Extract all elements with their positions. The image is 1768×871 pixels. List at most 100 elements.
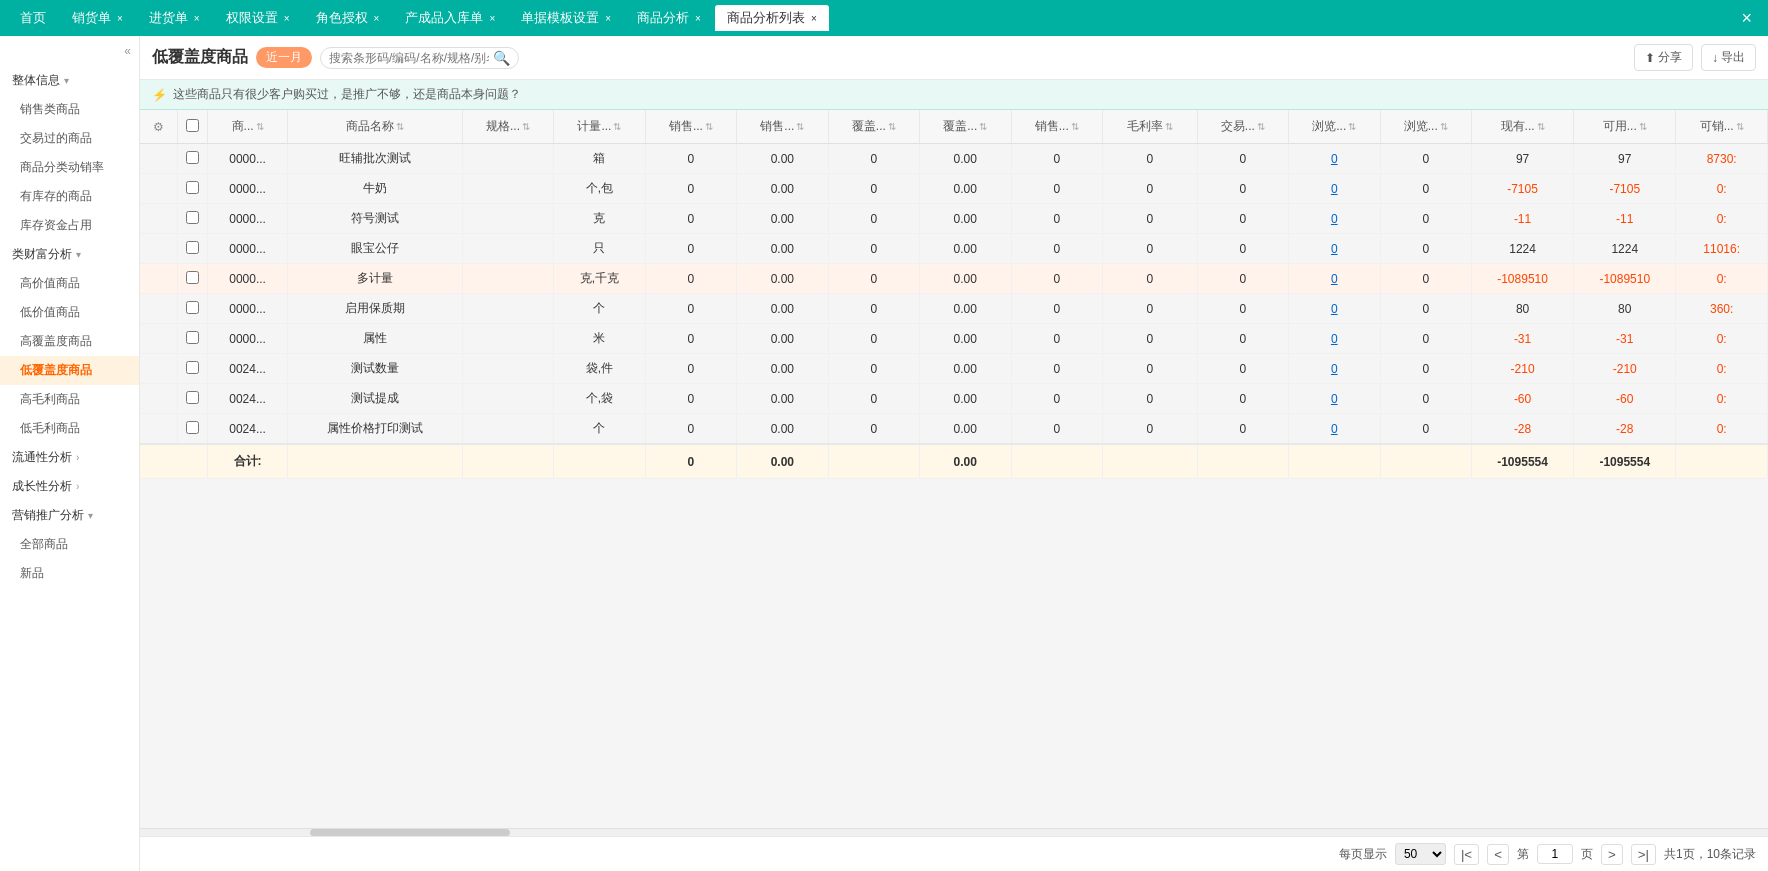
row-checkbox[interactable] [178, 324, 208, 354]
close-tab-perm[interactable]: × [284, 13, 290, 24]
sidebar-item-all-goods[interactable]: 全部商品 [0, 530, 139, 559]
nav-tab-purchase[interactable]: 进货单 × [137, 5, 212, 31]
row-checkbox[interactable] [178, 204, 208, 234]
row-select-checkbox[interactable] [186, 331, 199, 344]
row-select-checkbox[interactable] [186, 391, 199, 404]
sidebar-group-overall[interactable]: 整体信息 ▾ [0, 66, 139, 95]
sidebar-toggle[interactable]: « [0, 36, 139, 66]
col-name[interactable]: 商品名称⇅ [287, 110, 462, 144]
row-view1[interactable]: 0 [1289, 384, 1380, 414]
sidebar-item-high-coverage[interactable]: 高覆盖度商品 [0, 327, 139, 356]
close-tab-analysis-list[interactable]: × [811, 13, 817, 24]
scrollbar-thumb[interactable] [310, 829, 510, 836]
nav-tab-role[interactable]: 角色授权 × [304, 5, 392, 31]
row-checkbox[interactable] [178, 294, 208, 324]
col-checkbox[interactable] [178, 110, 208, 144]
sidebar-item-low-value[interactable]: 低价值商品 [0, 298, 139, 327]
col-view2[interactable]: 浏览...⇅ [1380, 110, 1471, 144]
sidebar-group-growth[interactable]: 成长性分析 › [0, 472, 139, 501]
col-sales3[interactable]: 销售...⇅ [1011, 110, 1102, 144]
next-page-button[interactable]: > [1601, 844, 1623, 865]
col-sellable[interactable]: 可销...⇅ [1676, 110, 1768, 144]
row-checkbox[interactable] [178, 234, 208, 264]
search-icon[interactable]: 🔍 [493, 50, 510, 66]
sidebar-item-traded-goods[interactable]: 交易过的商品 [0, 124, 139, 153]
col-unit[interactable]: 计量...⇅ [554, 110, 645, 144]
close-tab-template[interactable]: × [605, 13, 611, 24]
export-button[interactable]: ↓ 导出 [1701, 44, 1756, 71]
search-input[interactable] [329, 51, 489, 65]
col-sales-qty[interactable]: 销售...⇅ [645, 110, 736, 144]
sidebar-item-stock-capital[interactable]: 库存资金占用 [0, 211, 139, 240]
sidebar-item-high-value[interactable]: 高价值商品 [0, 269, 139, 298]
row-checkbox[interactable] [178, 264, 208, 294]
col-gear[interactable]: ⚙ [140, 110, 178, 144]
sidebar-item-low-margin[interactable]: 低毛利商品 [0, 414, 139, 443]
row-select-checkbox[interactable] [186, 361, 199, 374]
col-trade[interactable]: 交易...⇅ [1197, 110, 1288, 144]
row-select-checkbox[interactable] [186, 241, 199, 254]
settings-icon[interactable]: ⚙ [153, 120, 164, 134]
row-checkbox[interactable] [178, 354, 208, 384]
sidebar-item-category-rate[interactable]: 商品分类动销率 [0, 153, 139, 182]
sidebar-item-low-coverage[interactable]: 低覆盖度商品 [0, 356, 139, 385]
row-view1[interactable]: 0 [1289, 174, 1380, 204]
sidebar-item-new-goods[interactable]: 新品 [0, 559, 139, 588]
close-tab-role[interactable]: × [374, 13, 380, 24]
sidebar-group-wealth[interactable]: 类财富分析 ▾ [0, 240, 139, 269]
share-button[interactable]: ⬆ 分享 [1634, 44, 1693, 71]
row-checkbox[interactable] [178, 174, 208, 204]
sidebar-item-in-stock[interactable]: 有库存的商品 [0, 182, 139, 211]
row-view1[interactable]: 0 [1289, 414, 1380, 445]
sidebar-item-sales-goods[interactable]: 销售类商品 [0, 95, 139, 124]
row-view1[interactable]: 0 [1289, 234, 1380, 264]
col-margin[interactable]: 毛利率⇅ [1102, 110, 1197, 144]
sidebar-group-liquidity[interactable]: 流通性分析 › [0, 443, 139, 472]
prev-page-button[interactable]: < [1487, 844, 1509, 865]
row-select-checkbox[interactable] [186, 271, 199, 284]
row-view1[interactable]: 0 [1289, 204, 1380, 234]
sidebar-item-high-margin[interactable]: 高毛利商品 [0, 385, 139, 414]
nav-tab-analysis[interactable]: 商品分析 × [625, 5, 713, 31]
close-tab-sales[interactable]: × [117, 13, 123, 24]
row-view1[interactable]: 0 [1289, 294, 1380, 324]
col-sales-amt[interactable]: 销售...⇅ [737, 110, 828, 144]
close-tab-analysis[interactable]: × [695, 13, 701, 24]
col-stock[interactable]: 现有...⇅ [1471, 110, 1573, 144]
col-view1[interactable]: 浏览...⇅ [1289, 110, 1380, 144]
nav-tab-product[interactable]: 产成品入库单 × [393, 5, 507, 31]
col-code[interactable]: 商...⇅ [208, 110, 288, 144]
row-view1[interactable]: 0 [1289, 324, 1380, 354]
row-select-checkbox[interactable] [186, 181, 199, 194]
row-view1[interactable]: 0 [1289, 264, 1380, 294]
close-all-button[interactable]: × [1733, 8, 1760, 29]
row-checkbox[interactable] [178, 144, 208, 174]
page-size-select[interactable]: 50 10 20 100 [1395, 843, 1446, 865]
nav-tab-analysis-list[interactable]: 商品分析列表 × [715, 5, 829, 31]
row-select-checkbox[interactable] [186, 211, 199, 224]
nav-tab-sales[interactable]: 销货单 × [60, 5, 135, 31]
row-select-checkbox[interactable] [186, 421, 199, 434]
select-all-checkbox[interactable] [186, 119, 199, 132]
close-tab-product[interactable]: × [489, 13, 495, 24]
row-checkbox[interactable] [178, 414, 208, 445]
page-number-input[interactable] [1537, 844, 1573, 864]
time-filter-button[interactable]: 近一月 [256, 47, 312, 68]
close-tab-purchase[interactable]: × [194, 13, 200, 24]
row-select-checkbox[interactable] [186, 151, 199, 164]
row-select-checkbox[interactable] [186, 301, 199, 314]
col-cover2[interactable]: 覆盖...⇅ [920, 110, 1011, 144]
last-page-button[interactable]: >| [1631, 844, 1656, 865]
row-checkbox[interactable] [178, 384, 208, 414]
nav-tab-template[interactable]: 单据模板设置 × [509, 5, 623, 31]
row-view1[interactable]: 0 [1289, 144, 1380, 174]
horizontal-scrollbar[interactable] [140, 828, 1768, 836]
nav-tab-home[interactable]: 首页 [8, 5, 58, 31]
row-view1[interactable]: 0 [1289, 354, 1380, 384]
sidebar-group-marketing[interactable]: 营销推广分析 ▾ [0, 501, 139, 530]
nav-tab-perm[interactable]: 权限设置 × [214, 5, 302, 31]
col-spec[interactable]: 规格...⇅ [462, 110, 553, 144]
col-cover1[interactable]: 覆盖...⇅ [828, 110, 919, 144]
first-page-button[interactable]: |< [1454, 844, 1479, 865]
col-available[interactable]: 可用...⇅ [1574, 110, 1676, 144]
